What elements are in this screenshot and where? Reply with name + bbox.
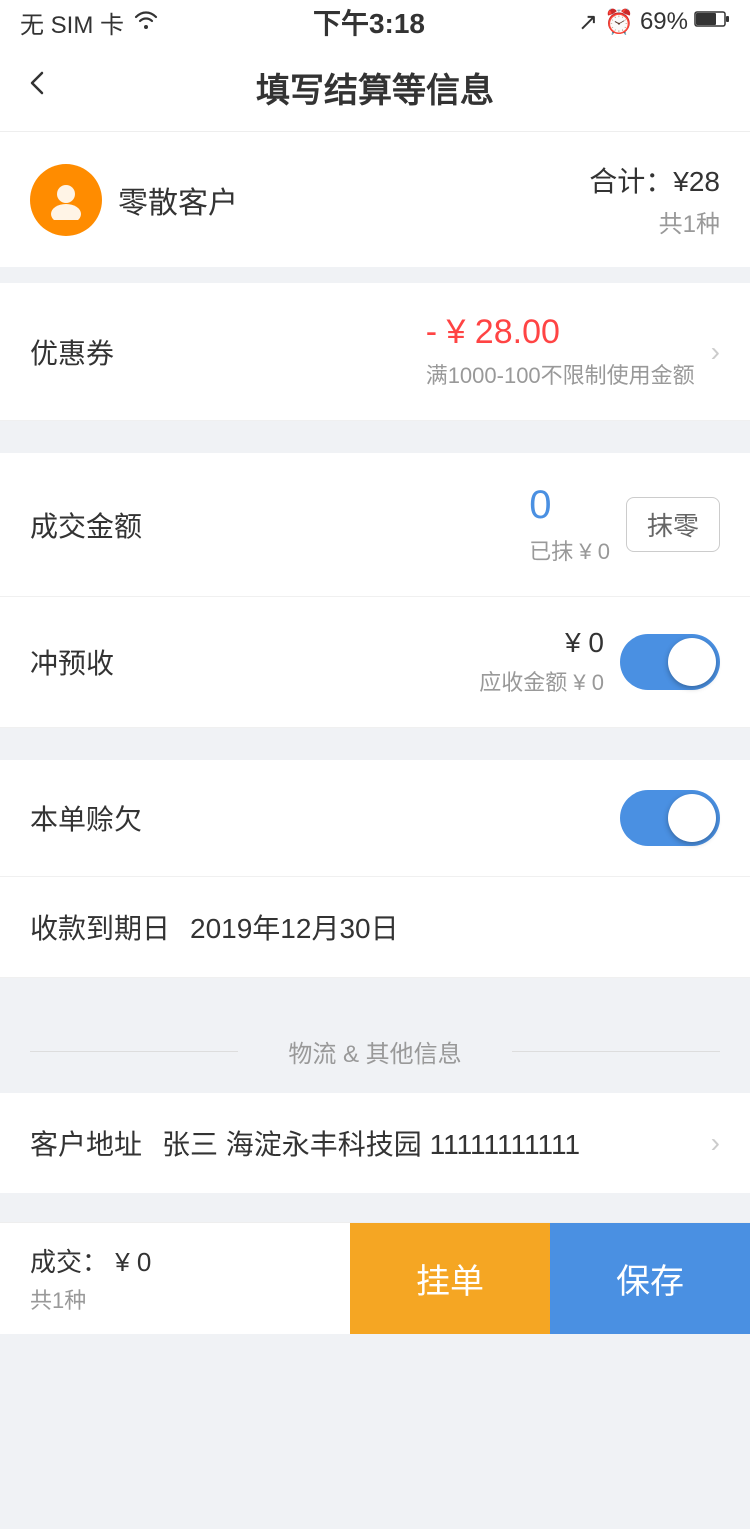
customer-name: 零散客户 (118, 178, 238, 222)
bottom-bar: 成交： ¥ 0 共1种 挂单 保存 (0, 1222, 750, 1334)
bottom-item-count: 共1种 (30, 1283, 320, 1315)
divider-2 (0, 744, 750, 760)
alarm-icon: ⏰ (604, 8, 634, 37)
due-date-row: 收款到期日 2019年12月30日 (0, 877, 750, 978)
address-label: 客户地址 (30, 1123, 142, 1163)
battery-percent: 69% (640, 8, 688, 36)
status-right: ↗ ⏰ 69% (578, 8, 730, 37)
prepayment-right: ¥ 0 应收金额 ¥ 0 (479, 627, 720, 697)
credit-label: 本单赊欠 (30, 798, 142, 838)
avatar (30, 164, 102, 236)
page-title: 填写结算等信息 (256, 63, 494, 112)
total-count: 共1种 (589, 204, 720, 239)
divider-3 (0, 994, 750, 1010)
divider-1 (0, 437, 750, 453)
transaction-right: 0 已抹 ¥ 0 抹零 (529, 483, 720, 566)
transaction-label: 成交金额 (30, 505, 142, 545)
credit-toggle[interactable] (620, 790, 720, 846)
prepayment-amount: ¥ 0 (479, 627, 604, 659)
hang-order-button[interactable]: 挂单 (350, 1223, 550, 1334)
transaction-sub: 已抹 ¥ 0 (529, 534, 610, 566)
credit-row: 本单赊欠 (0, 760, 750, 877)
coupon-amount: - ¥ 28.00 (426, 313, 695, 352)
prepayment-sub: 应收金额 ¥ 0 (479, 665, 604, 697)
status-time: 下午3:18 (313, 2, 425, 42)
battery-icon (694, 8, 730, 36)
prepayment-toggle[interactable] (620, 634, 720, 690)
customer-info: 零散客户 (30, 164, 238, 236)
location-icon: ↗ (578, 8, 598, 37)
nav-bar: 填写结算等信息 (0, 44, 750, 132)
prepayment-value-block: ¥ 0 应收金额 ¥ 0 (479, 627, 604, 697)
status-bar: 无 SIM 卡 下午3:18 ↗ ⏰ 69% (0, 0, 750, 44)
back-button[interactable] (24, 61, 52, 114)
transaction-row: 成交金额 0 已抹 ¥ 0 抹零 (0, 453, 750, 597)
sim-label: 无 SIM 卡 (20, 5, 124, 40)
coupon-label: 优惠券 (30, 332, 114, 372)
coupon-row[interactable]: 优惠券 - ¥ 28.00 满1000-100不限制使用金额 › (0, 283, 750, 421)
logistics-label: 物流 & 其他信息 (288, 1034, 461, 1069)
due-date-label: 收款到期日 (30, 907, 170, 947)
address-section: 客户地址 张三 海淀永丰科技园 11111111111 › (0, 1093, 750, 1193)
transaction-value-block: 0 已抹 ¥ 0 (529, 483, 610, 566)
credit-toggle-knob (668, 794, 716, 842)
toggle-knob (668, 638, 716, 686)
prepayment-label: 冲预收 (30, 642, 114, 682)
coupon-value-block: - ¥ 28.00 满1000-100不限制使用金额 (426, 313, 695, 390)
wifi-icon (132, 8, 160, 36)
bottom-deal-amount: 成交： ¥ 0 (30, 1242, 320, 1279)
save-button[interactable]: 保存 (550, 1223, 750, 1334)
transaction-amount[interactable]: 0 (529, 483, 610, 528)
logistics-header: 物流 & 其他信息 (0, 1010, 750, 1093)
due-date-value[interactable]: 2019年12月30日 (190, 907, 399, 947)
customer-total: 合计：¥28 共1种 (589, 160, 720, 239)
credit-section: 本单赊欠 收款到期日 2019年12月30日 (0, 760, 750, 978)
credit-right (620, 790, 720, 846)
address-chevron-icon: › (711, 1127, 720, 1159)
bottom-info: 成交： ¥ 0 共1种 (0, 1223, 350, 1334)
status-left: 无 SIM 卡 (20, 5, 160, 40)
coupon-right: - ¥ 28.00 满1000-100不限制使用金额 › (426, 313, 720, 390)
address-value: 张三 海淀永丰科技园 11111111111 (162, 1123, 711, 1163)
coupon-desc: 满1000-100不限制使用金额 (426, 358, 695, 390)
prepayment-row: 冲预收 ¥ 0 应收金额 ¥ 0 (0, 597, 750, 728)
address-row[interactable]: 客户地址 张三 海淀永丰科技园 11111111111 › (0, 1093, 750, 1193)
chevron-right-icon: › (711, 336, 720, 368)
round-zero-button[interactable]: 抹零 (626, 497, 720, 552)
customer-row: 零散客户 合计：¥28 共1种 (0, 132, 750, 267)
coupon-section: 优惠券 - ¥ 28.00 满1000-100不限制使用金额 › (0, 283, 750, 421)
total-amount: 合计：¥28 (589, 160, 720, 200)
transaction-section: 成交金额 0 已抹 ¥ 0 抹零 冲预收 ¥ 0 应收金额 ¥ 0 (0, 453, 750, 728)
